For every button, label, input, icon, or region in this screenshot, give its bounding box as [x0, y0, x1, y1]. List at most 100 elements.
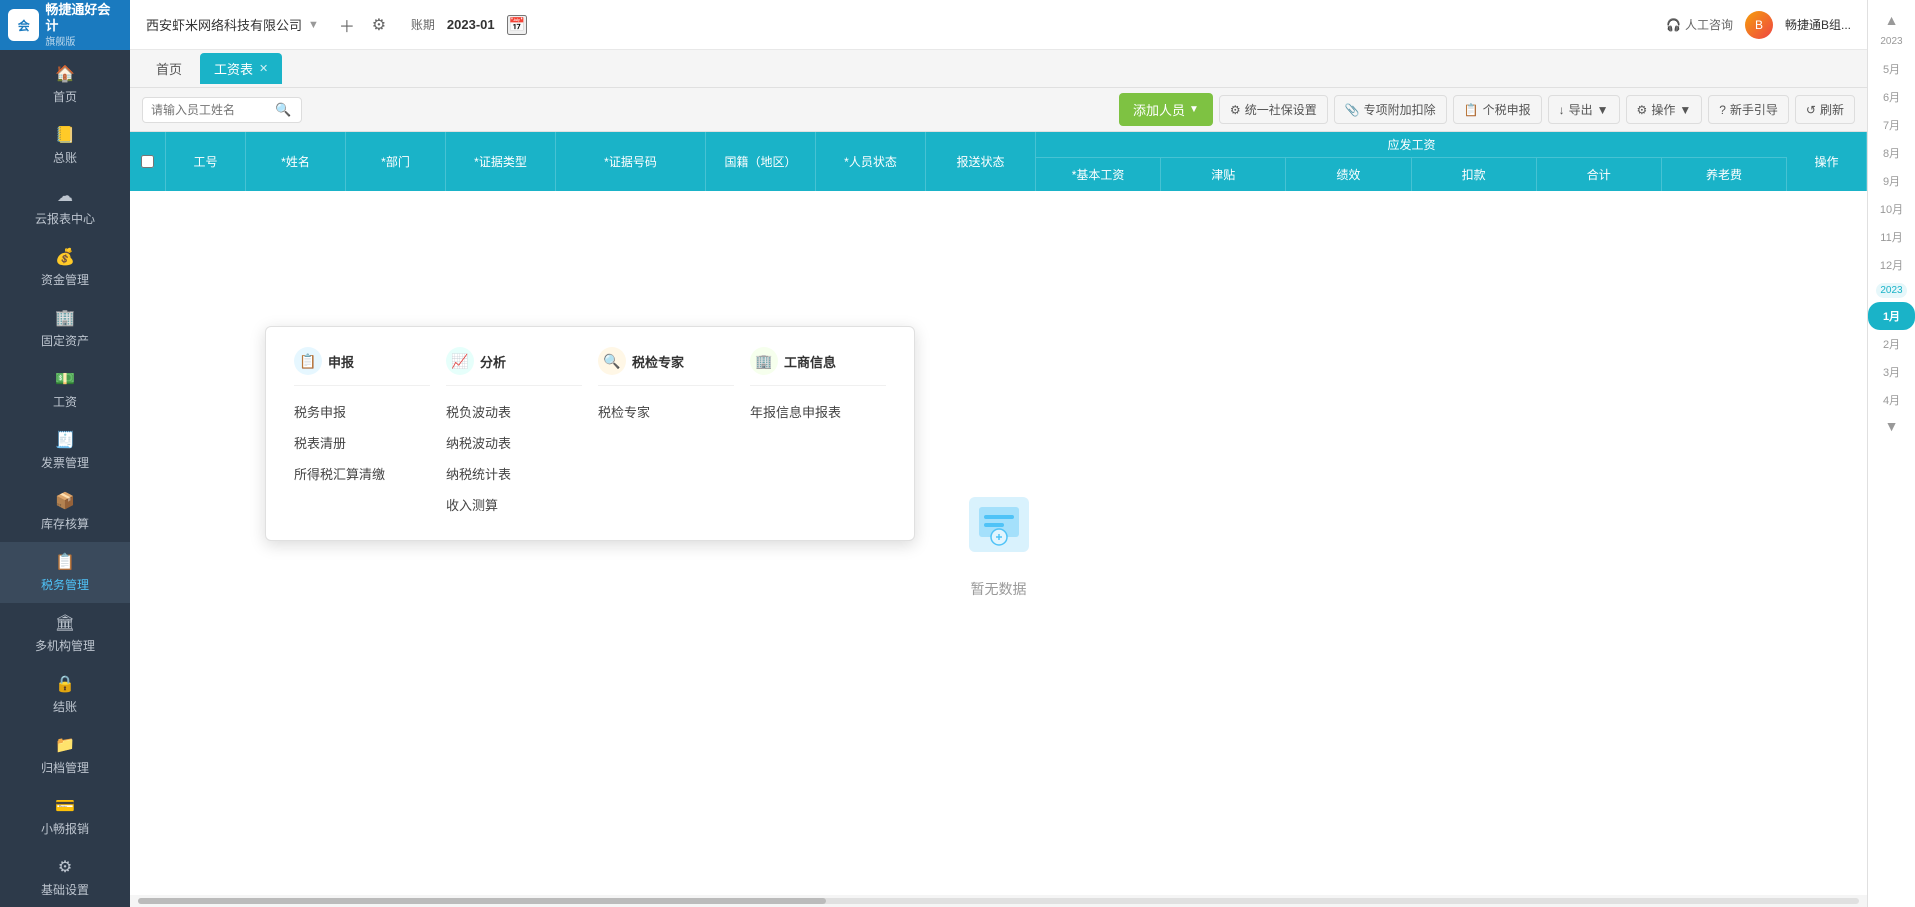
search-icon[interactable]: 🔍: [275, 102, 291, 118]
company-name: 西安虾米网络科技有限公司: [146, 15, 302, 34]
menu-item-tax-check[interactable]: 税检专家: [598, 396, 734, 427]
th-allowance: 津贴: [1161, 158, 1286, 191]
tab-close-icon[interactable]: ✕: [259, 62, 268, 75]
calendar-month-8[interactable]: 8月: [1868, 139, 1915, 167]
right-sidebar-calendar: ▲ 2023 5月 6月 7月 8月 9月 10月 11月 12月 2023 1…: [1867, 0, 1915, 907]
user-name[interactable]: 畅捷通B组...: [1785, 16, 1851, 33]
sidebar-item-ledger[interactable]: 📒 总账: [0, 115, 130, 176]
operate-label: 操作: [1651, 101, 1675, 118]
basic-icon: ⚙: [58, 857, 72, 877]
menu-item-tax-wave[interactable]: 税负波动表: [446, 396, 582, 427]
calendar-prev-year-label: 2023: [1878, 32, 1904, 51]
sidebar-item-fund[interactable]: 💰 资金管理: [0, 237, 130, 298]
menu-item-tax-pay-wave[interactable]: 纳税波动表: [446, 427, 582, 458]
add-company-button[interactable]: ＋: [335, 13, 359, 37]
tax-expert-section-icon: 🔍: [598, 347, 626, 375]
select-all-checkbox[interactable]: [141, 155, 154, 168]
search-input[interactable]: [151, 103, 271, 117]
sidebar-item-archive[interactable]: 📁 归档管理: [0, 725, 130, 786]
th-pension: 养老费: [1662, 158, 1787, 191]
social-security-label: 统一社保设置: [1245, 101, 1317, 118]
menu-item-income-sim[interactable]: 收入测算: [446, 489, 582, 520]
company-selector[interactable]: 西安虾米网络科技有限公司 ▼: [146, 15, 319, 34]
refresh-label: 刷新: [1820, 101, 1844, 118]
sidebar-item-fixed-assets[interactable]: 🏢 固定资产: [0, 298, 130, 359]
calendar-prev-button[interactable]: ▲: [1881, 8, 1903, 32]
support-button[interactable]: 🎧 人工咨询: [1666, 16, 1733, 33]
sidebar-item-invoice[interactable]: 🧾 发票管理: [0, 420, 130, 481]
sidebar-item-home[interactable]: 🏠 首页: [0, 54, 130, 115]
menu-section-declare: 📋 申报 税务申报 税表清册 所得税汇算清缴: [286, 347, 438, 520]
calendar-month-10[interactable]: 10月: [1868, 195, 1915, 223]
toolbar-right: 添加人员 ▼ ⚙ 统一社保设置 📎 专项附加扣除 📋 个税申报 ↓ 导出: [1119, 93, 1855, 126]
tab-home-label: 首页: [156, 59, 182, 78]
analysis-section-icon: 📈: [446, 347, 474, 375]
calendar-month-9[interactable]: 9月: [1868, 167, 1915, 195]
sidebar: 会 畅捷通好会计 旗舰版 🏠 首页 📒 总账 ☁ 云报表中心 💰 资金管理 🏢 …: [0, 0, 130, 907]
biz-info-section-title: 工商信息: [784, 352, 836, 371]
sidebar-label-xiao-chang: 小畅报销: [41, 820, 89, 837]
calendar-month-11[interactable]: 11月: [1868, 223, 1915, 251]
sidebar-label-ledger: 总账: [53, 149, 77, 166]
sidebar-item-basic[interactable]: ⚙ 基础设置: [0, 847, 130, 907]
th-id-num: *证据号码: [556, 132, 706, 191]
calendar-month-7[interactable]: 7月: [1868, 111, 1915, 139]
sidebar-item-xiao-chang[interactable]: 💳 小畅报销: [0, 786, 130, 847]
calendar-month-5[interactable]: 5月: [1868, 55, 1915, 83]
tab-salary-table[interactable]: 工资表 ✕: [200, 53, 282, 84]
special-deduct-icon: 📎: [1345, 103, 1360, 117]
add-person-button[interactable]: 添加人员 ▼: [1119, 93, 1213, 126]
sidebar-item-close[interactable]: 🔒 结账: [0, 664, 130, 725]
special-deduct-button[interactable]: 📎 专项附加扣除: [1334, 95, 1447, 124]
sidebar-item-salary[interactable]: 💵 工资: [0, 359, 130, 420]
main-wrapper: 西安虾米网络科技有限公司 ▼ ＋ ⚙ 账期 2023-01 📅 🎧 人工咨询 B…: [130, 0, 1915, 907]
menu-section-tax-expert: 🔍 税检专家 税检专家: [590, 347, 742, 520]
th-deduction: 扣款: [1412, 158, 1537, 191]
calendar-icon[interactable]: 📅: [507, 15, 528, 35]
tax-declare-button[interactable]: 📋 个税申报: [1453, 95, 1542, 124]
calendar-month-12[interactable]: 12月: [1868, 251, 1915, 279]
analysis-section-title: 分析: [480, 352, 506, 371]
menu-item-tax-table[interactable]: 税表清册: [294, 427, 430, 458]
search-wrap: 🔍: [142, 97, 302, 123]
calendar-month-4[interactable]: 4月: [1868, 386, 1915, 414]
th-checkbox[interactable]: [130, 132, 166, 191]
table-scrollbar[interactable]: [130, 895, 1867, 907]
sidebar-label-archive: 归档管理: [41, 759, 89, 776]
calendar-month-3[interactable]: 3月: [1868, 358, 1915, 386]
menu-item-tax-declare[interactable]: 税务申报: [294, 396, 430, 427]
menu-item-tax-stat[interactable]: 纳税统计表: [446, 458, 582, 489]
tab-salary-label: 工资表: [214, 59, 253, 78]
refresh-button[interactable]: ↺ 刷新: [1795, 95, 1855, 124]
calendar-month-1[interactable]: 1月: [1868, 302, 1915, 330]
tax-declare-icon: 📋: [1464, 103, 1479, 117]
scroll-track[interactable]: [138, 898, 1859, 904]
operate-icon: ⚙: [1637, 103, 1648, 117]
new-guide-button[interactable]: ? 新手引导: [1708, 95, 1789, 124]
sidebar-label-basic: 基础设置: [41, 881, 89, 898]
th-send-status: 报送状态: [926, 132, 1036, 191]
scroll-thumb[interactable]: [138, 898, 826, 904]
social-security-button[interactable]: ⚙ 统一社保设置: [1219, 95, 1328, 124]
ledger-icon: 📒: [55, 125, 75, 145]
settings-button[interactable]: ⚙: [367, 13, 391, 37]
sidebar-item-multi-org[interactable]: 🏛 多机构管理: [0, 603, 130, 664]
period-value: 2023-01: [447, 17, 495, 32]
dropdown-overlay: 📋 申报 税务申报 税表清册 所得税汇算清缴 📈 分析 税负波动表: [130, 326, 1867, 895]
operate-button[interactable]: ⚙ 操作 ▼: [1626, 95, 1703, 124]
sidebar-item-cloud-report[interactable]: ☁ 云报表中心: [0, 176, 130, 237]
calendar-next-button[interactable]: ▼: [1881, 414, 1903, 438]
multi-org-icon: 🏛: [55, 613, 75, 633]
th-id-type: *证据类型: [446, 132, 556, 191]
menu-item-income-tax-calc[interactable]: 所得税汇算清缴: [294, 458, 430, 489]
sidebar-item-inventory[interactable]: 📦 库存核算: [0, 481, 130, 542]
export-button[interactable]: ↓ 导出 ▼: [1548, 95, 1620, 124]
th-status: *人员状态: [816, 132, 926, 191]
calendar-month-6[interactable]: 6月: [1868, 83, 1915, 111]
th-total: 合计: [1537, 158, 1662, 191]
fixed-assets-icon: 🏢: [55, 308, 75, 328]
tab-home[interactable]: 首页: [142, 53, 196, 84]
calendar-month-2[interactable]: 2月: [1868, 330, 1915, 358]
menu-item-annual-report[interactable]: 年报信息申报表: [750, 396, 886, 427]
sidebar-item-tax[interactable]: 📋 税务管理: [0, 542, 130, 603]
